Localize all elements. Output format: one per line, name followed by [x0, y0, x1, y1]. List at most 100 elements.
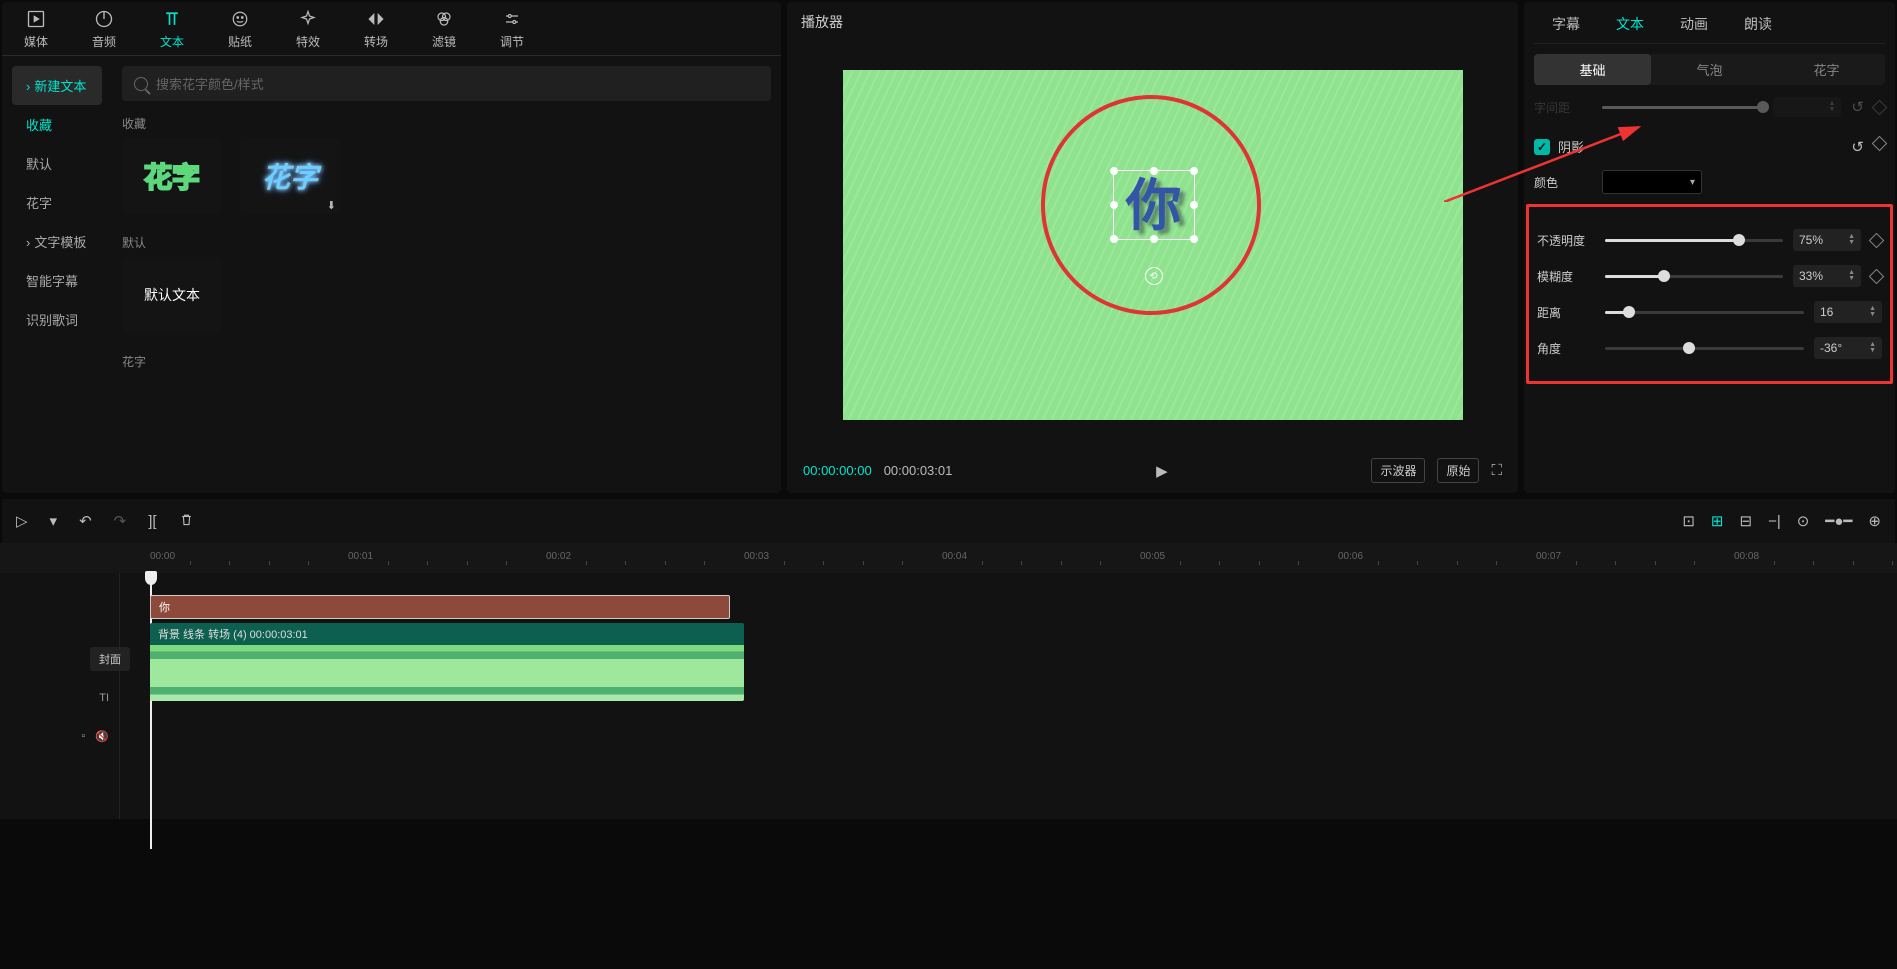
player-panel: 播放器 你 ⟲ 00:00:00:00 00:0	[787, 2, 1518, 493]
blur-label: 模糊度	[1537, 268, 1595, 285]
resize-handle-b[interactable]	[1150, 235, 1158, 243]
tab-media[interactable]: 媒体	[2, 2, 70, 55]
keyframe-blur[interactable]	[1869, 268, 1885, 284]
right-tab-read[interactable]: 朗读	[1726, 2, 1790, 43]
undo-button[interactable]: ↶	[79, 512, 92, 530]
section-huazi-title: 花字	[122, 353, 771, 370]
inspector-panel: 字幕 文本 动画 朗读 基础 气泡 花字 字间距 ▲▼ ↺ 阴影 ↺ 颜色	[1524, 2, 1895, 493]
player-title: 播放器	[787, 2, 1518, 42]
sidebar-item-lyric-recognize[interactable]: 识别歌词	[12, 300, 102, 339]
search-input[interactable]: 搜索花字颜色/样式	[122, 66, 771, 101]
subtab-bubble[interactable]: 气泡	[1651, 54, 1768, 85]
right-tab-subtitle[interactable]: 字幕	[1534, 2, 1598, 43]
angle-slider[interactable]	[1605, 347, 1804, 350]
distance-slider[interactable]	[1605, 311, 1804, 314]
shadow-label: 阴影	[1558, 137, 1843, 156]
opacity-label: 不透明度	[1537, 232, 1595, 249]
text-selection[interactable]: 你 ⟲	[1113, 170, 1195, 240]
delete-tool[interactable]	[179, 512, 194, 531]
time-mark: 00:01	[348, 551, 373, 562]
sidebar-item-auto-subtitle[interactable]: 智能字幕	[12, 261, 102, 300]
total-time: 00:00:03:01	[884, 463, 953, 478]
sidebar-item-favorites[interactable]: 收藏	[12, 105, 102, 144]
keyframe-opacity[interactable]	[1869, 232, 1885, 248]
timeline-tool-3[interactable]: ⊟	[1739, 512, 1752, 530]
angle-label: 角度	[1537, 340, 1595, 357]
resize-handle-t[interactable]	[1150, 167, 1158, 175]
adjust-icon	[501, 8, 523, 30]
resize-handle-tl[interactable]	[1110, 167, 1118, 175]
tab-transition[interactable]: 转场	[342, 2, 410, 55]
color-dropdown[interactable]: ▾	[1602, 170, 1702, 194]
split-tool[interactable]: ][	[148, 513, 156, 530]
resize-handle-tr[interactable]	[1190, 167, 1198, 175]
text-icon	[161, 8, 183, 30]
blur-slider[interactable]	[1605, 275, 1783, 278]
timeline-tool-2[interactable]: ⊞	[1711, 512, 1724, 530]
subtab-huazi[interactable]: 花字	[1768, 54, 1885, 85]
timeline-ruler[interactable]: 00:0000:0100:0200:0300:0400:0500:0600:07…	[0, 543, 1897, 573]
right-tab-animation[interactable]: 动画	[1662, 2, 1726, 43]
tab-filter[interactable]: 滤镜	[410, 2, 478, 55]
resize-handle-l[interactable]	[1110, 201, 1118, 209]
resize-handle-bl[interactable]	[1110, 235, 1118, 243]
timeline-fit[interactable]: ⊕	[1868, 512, 1881, 530]
subtab-basic[interactable]: 基础	[1534, 54, 1651, 85]
preview-canvas[interactable]: 你 ⟲	[843, 70, 1463, 420]
rotate-handle[interactable]: ⟲	[1145, 267, 1163, 285]
timeline-zoom-in[interactable]: ⊙	[1797, 512, 1810, 530]
time-mark: 00:08	[1734, 551, 1759, 562]
media-icon	[25, 8, 47, 30]
asset-default-text[interactable]: 默认文本	[122, 257, 222, 333]
keyframe-shadow[interactable]	[1872, 135, 1888, 151]
resize-handle-br[interactable]	[1190, 235, 1198, 243]
sidebar-item-default[interactable]: 默认	[12, 144, 102, 183]
tab-text[interactable]: 文本	[138, 2, 206, 55]
opacity-value[interactable]: 75%▲▼	[1793, 229, 1861, 251]
time-mark: 00:06	[1338, 551, 1363, 562]
filter-icon	[433, 8, 455, 30]
timeline-body[interactable]: TI ▫ 🔇 封面 你 背景 线条 转场 (4) 00:00:03:01	[0, 573, 1897, 819]
disabled-spacing-slider: 字间距 ▲▼ ↺	[1534, 97, 1885, 117]
shadow-checkbox[interactable]	[1534, 139, 1550, 155]
sidebar-item-new-text[interactable]: 新建文本	[12, 66, 102, 105]
time-mark: 00:04	[942, 551, 967, 562]
timeline-zoom-out[interactable]: −|	[1768, 513, 1781, 530]
dropdown-tool[interactable]: ▾	[50, 512, 58, 530]
text-clip[interactable]: 你	[150, 595, 730, 619]
asset-content: 搜索花字颜色/样式 收藏 花字 花字⬇ 默认 默认文本 花字	[112, 56, 781, 386]
opacity-slider[interactable]	[1605, 239, 1783, 242]
pointer-tool[interactable]: ▷	[16, 512, 28, 530]
asset-huazi-1[interactable]: 花字	[122, 138, 222, 214]
right-tab-text[interactable]: 文本	[1598, 2, 1662, 43]
player-viewport[interactable]: 你 ⟲	[787, 42, 1518, 448]
cover-button[interactable]: 封面	[90, 647, 130, 671]
text-sidebar: 新建文本 收藏 默认 花字 文字模板 智能字幕 识别歌词	[2, 56, 112, 386]
video-track-icon: ▫	[81, 730, 85, 742]
tab-effect[interactable]: 特效	[274, 2, 342, 55]
original-button[interactable]: 原始	[1437, 458, 1479, 483]
angle-value[interactable]: -36°▲▼	[1814, 337, 1882, 359]
asset-huazi-2[interactable]: 花字⬇	[240, 138, 340, 214]
time-mark: 00:05	[1140, 551, 1165, 562]
distance-value[interactable]: 16▲▼	[1814, 301, 1882, 323]
annotation-rect: 不透明度 75%▲▼ 模糊度 33%▲▼ 距离 16▲▼ 角度 -36°▲▼	[1526, 204, 1893, 384]
tab-sticker[interactable]: 贴纸	[206, 2, 274, 55]
scope-button[interactable]: 示波器	[1371, 458, 1425, 483]
timeline-slider[interactable]: ━●━	[1825, 512, 1852, 530]
tab-adjust[interactable]: 调节	[478, 2, 546, 55]
blur-value[interactable]: 33%▲▼	[1793, 265, 1861, 287]
video-clip-thumbnail	[150, 645, 744, 701]
resize-handle-r[interactable]	[1190, 201, 1198, 209]
timeline-tool-1[interactable]: ⊡	[1682, 512, 1695, 530]
video-clip[interactable]: 背景 线条 转场 (4) 00:00:03:01	[150, 623, 744, 701]
fullscreen-button[interactable]: ⛶	[1491, 462, 1502, 479]
sidebar-item-huazi[interactable]: 花字	[12, 183, 102, 222]
redo-button[interactable]: ↷	[114, 512, 127, 530]
library-tabs: 媒体 音频 文本 贴纸 特效 转场	[2, 2, 781, 56]
play-button[interactable]: ▶	[1156, 462, 1168, 480]
sidebar-item-text-template[interactable]: 文字模板	[12, 222, 102, 261]
reset-shadow[interactable]: ↺	[1851, 138, 1864, 156]
tab-audio[interactable]: 音频	[70, 2, 138, 55]
mute-icon[interactable]: 🔇	[95, 730, 109, 743]
